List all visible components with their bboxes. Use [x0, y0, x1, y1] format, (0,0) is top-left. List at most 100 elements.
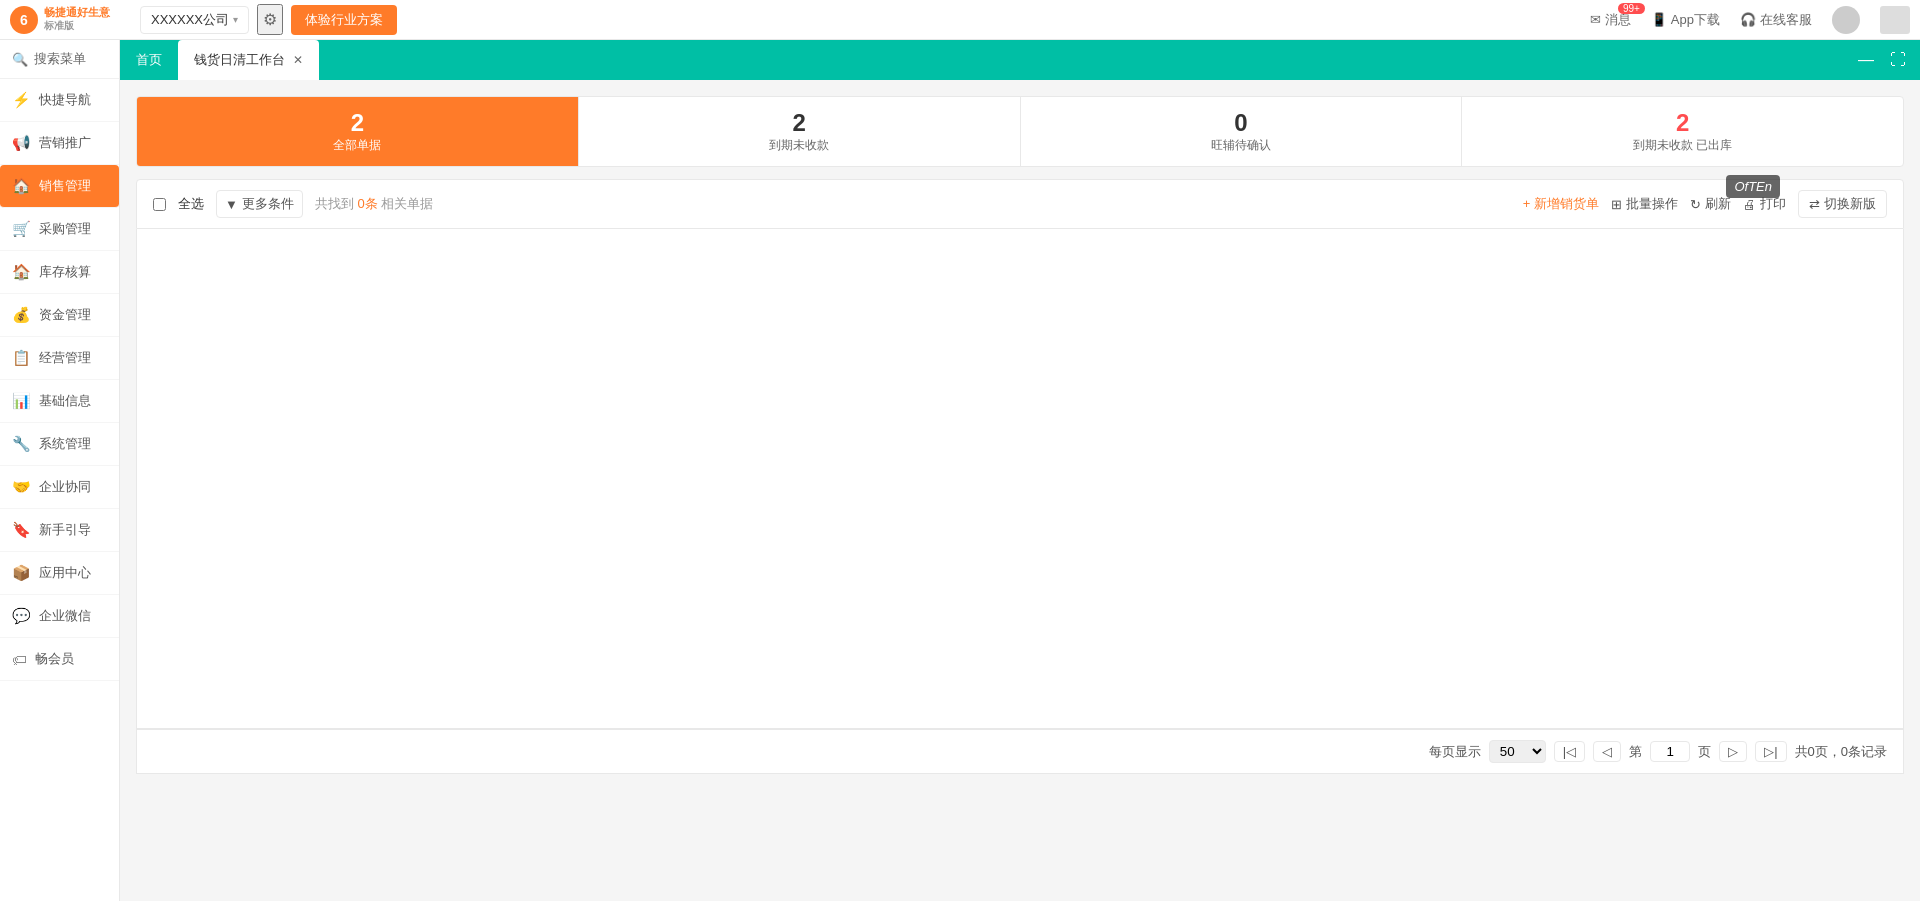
sidebar-item-label: 经营管理 — [39, 349, 91, 367]
select-all-checkbox[interactable] — [153, 198, 166, 211]
switch-label: 切换新版 — [1824, 195, 1876, 213]
last-page-button[interactable]: ▷| — [1755, 741, 1786, 762]
user-info-area[interactable] — [1880, 6, 1910, 34]
app-download-item[interactable]: 📱 App下载 — [1651, 11, 1720, 29]
company-name: XXXXXX公司 — [151, 11, 229, 29]
pagination: 每页显示 50 100 200 |◁ ◁ 第 页 ▷ ▷| 共0页，0条记录 — [136, 729, 1904, 774]
logo-text: 畅捷通好生意 — [44, 6, 110, 19]
stat-num-overdue: 2 — [595, 109, 1004, 137]
trial-button[interactable]: 体验行业方案 — [291, 5, 397, 35]
settings-icon-button[interactable]: ⚙ — [257, 4, 283, 35]
basic-info-icon: 📊 — [12, 392, 31, 410]
top-header: 6 畅捷通好生意 标准版 XXXXXX公司 ▾ ⚙ 体验行业方案 ✉ 消息 99… — [0, 0, 1920, 40]
page-size-label: 每页显示 — [1429, 743, 1481, 761]
sidebar-item-inventory[interactable]: 🏠 库存核算 — [0, 251, 119, 294]
sidebar-item-operation[interactable]: 📋 经营管理 — [0, 337, 119, 380]
filter-icon: ▼ — [225, 197, 238, 212]
tab-qhrc[interactable]: 钱货日清工作台 ✕ — [178, 40, 319, 80]
next-page-button[interactable]: ▷ — [1719, 741, 1747, 762]
guide-icon: 🔖 — [12, 521, 31, 539]
refresh-label: 刷新 — [1705, 195, 1731, 213]
online-service-item[interactable]: 🎧 在线客服 — [1740, 11, 1812, 29]
stat-tab-all[interactable]: 2 全部单据 — [137, 97, 579, 166]
batch-icon: ⊞ — [1611, 197, 1622, 212]
stat-num-all: 2 — [153, 109, 562, 137]
sidebar-item-basic-info[interactable]: 📊 基础信息 — [0, 380, 119, 423]
sidebar-item-label: 快捷导航 — [39, 91, 91, 109]
logo-area: 6 畅捷通好生意 标准版 — [10, 6, 130, 34]
switch-version-button[interactable]: ⇄ 切换新版 — [1798, 190, 1887, 218]
sidebar-item-label: 企业微信 — [39, 607, 91, 625]
toolbar-right: + 新增销货单 ⊞ 批量操作 ↻ 刷新 🖨 打印 ⇄ 切换新版 — [1523, 190, 1887, 218]
refresh-icon: ↻ — [1690, 197, 1701, 212]
sidebar-search[interactable]: 🔍 搜索菜单 — [0, 40, 119, 79]
system-icon: 🔧 — [12, 435, 31, 453]
member-icon: 🏷 — [12, 651, 27, 668]
add-sales-order-button[interactable]: + 新增销货单 — [1523, 195, 1599, 213]
sidebar-item-label: 新手引导 — [39, 521, 91, 539]
filter-button[interactable]: ▼ 更多条件 — [216, 190, 303, 218]
found-info: 共找到 0条 相关单据 — [315, 195, 433, 213]
page-size-select[interactable]: 50 100 200 — [1489, 740, 1546, 763]
tab-home[interactable]: 首页 — [120, 40, 178, 80]
sidebar-item-cooperation[interactable]: 🤝 企业协同 — [0, 466, 119, 509]
sidebar: 🔍 搜索菜单 ⚡ 快捷导航 📢 营销推广 🏠 销售管理 🛒 采购管理 🏠 库存核… — [0, 40, 120, 901]
online-service-label: 在线客服 — [1760, 11, 1812, 29]
sidebar-item-member[interactable]: 🏷 畅会员 — [0, 638, 119, 681]
message-icon: ✉ — [1590, 12, 1601, 27]
stat-tab-shipped[interactable]: 2 到期未收款 已出库 — [1462, 97, 1903, 166]
sidebar-item-label: 基础信息 — [39, 392, 91, 410]
sidebar-item-marketing[interactable]: 📢 营销推广 — [0, 122, 119, 165]
sidebar-item-app-center[interactable]: 📦 应用中心 — [0, 552, 119, 595]
tab-minimize-button[interactable]: — — [1854, 47, 1878, 73]
stat-label-overdue: 到期未收款 — [595, 137, 1004, 154]
chevron-down-icon: ▾ — [233, 14, 238, 25]
app-download-label: App下载 — [1671, 11, 1720, 29]
search-icon: 🔍 — [12, 52, 28, 67]
logo-sub: 标准版 — [44, 19, 110, 33]
often-badge: OfTEn — [1726, 175, 1780, 198]
operation-icon: 📋 — [12, 349, 31, 367]
found-count: 0条 — [358, 196, 378, 211]
filter-label: 更多条件 — [242, 195, 294, 213]
company-selector[interactable]: XXXXXX公司 ▾ — [140, 6, 249, 34]
sidebar-item-system[interactable]: 🔧 系统管理 — [0, 423, 119, 466]
sidebar-item-label: 采购管理 — [39, 220, 91, 238]
sidebar-item-label: 资金管理 — [39, 306, 91, 324]
stat-tab-pending[interactable]: 0 旺辅待确认 — [1021, 97, 1463, 166]
batch-operation-button[interactable]: ⊞ 批量操作 — [1611, 195, 1678, 213]
sidebar-item-label: 畅会员 — [35, 650, 74, 668]
marketing-icon: 📢 — [12, 134, 31, 152]
cooperation-icon: 🤝 — [12, 478, 31, 496]
tab-bar-actions: — ⛶ — [1854, 47, 1920, 73]
prev-page-button[interactable]: ◁ — [1593, 741, 1621, 762]
batch-label: 批量操作 — [1626, 195, 1678, 213]
found-suffix: 相关单据 — [381, 196, 433, 211]
refresh-button[interactable]: ↻ 刷新 — [1690, 195, 1731, 213]
found-prefix: 共找到 — [315, 196, 354, 211]
stats-tabs: 2 全部单据 2 到期未收款 0 旺辅待确认 2 到期未收款 已出库 — [136, 96, 1904, 167]
stat-num-pending: 0 — [1037, 109, 1446, 137]
stat-tab-overdue[interactable]: 2 到期未收款 — [579, 97, 1021, 166]
first-page-button[interactable]: |◁ — [1554, 741, 1585, 762]
inventory-icon: 🏠 — [12, 263, 31, 281]
sidebar-item-sales[interactable]: 🏠 销售管理 — [0, 165, 119, 208]
page-input[interactable] — [1650, 741, 1690, 762]
stat-label-pending: 旺辅待确认 — [1037, 137, 1446, 154]
sidebar-item-wechat[interactable]: 💬 企业微信 — [0, 595, 119, 638]
sidebar-item-purchase[interactable]: 🛒 采购管理 — [0, 208, 119, 251]
sales-icon: 🏠 — [12, 177, 31, 195]
finance-icon: 💰 — [12, 306, 31, 324]
logo-icon: 6 — [10, 6, 38, 34]
sidebar-item-finance[interactable]: 💰 资金管理 — [0, 294, 119, 337]
lightning-icon: ⚡ — [12, 91, 31, 109]
tab-close-icon[interactable]: ✕ — [293, 53, 303, 67]
sidebar-item-guide[interactable]: 🔖 新手引导 — [0, 509, 119, 552]
sidebar-item-label: 系统管理 — [39, 435, 91, 453]
sidebar-item-quick-nav[interactable]: ⚡ 快捷导航 — [0, 79, 119, 122]
sidebar-item-label: 企业协同 — [39, 478, 91, 496]
tab-maximize-button[interactable]: ⛶ — [1886, 47, 1910, 73]
avatar[interactable] — [1832, 6, 1860, 34]
message-icon-item[interactable]: ✉ 消息 99+ — [1590, 11, 1631, 29]
app-download-icon: 📱 — [1651, 12, 1667, 27]
